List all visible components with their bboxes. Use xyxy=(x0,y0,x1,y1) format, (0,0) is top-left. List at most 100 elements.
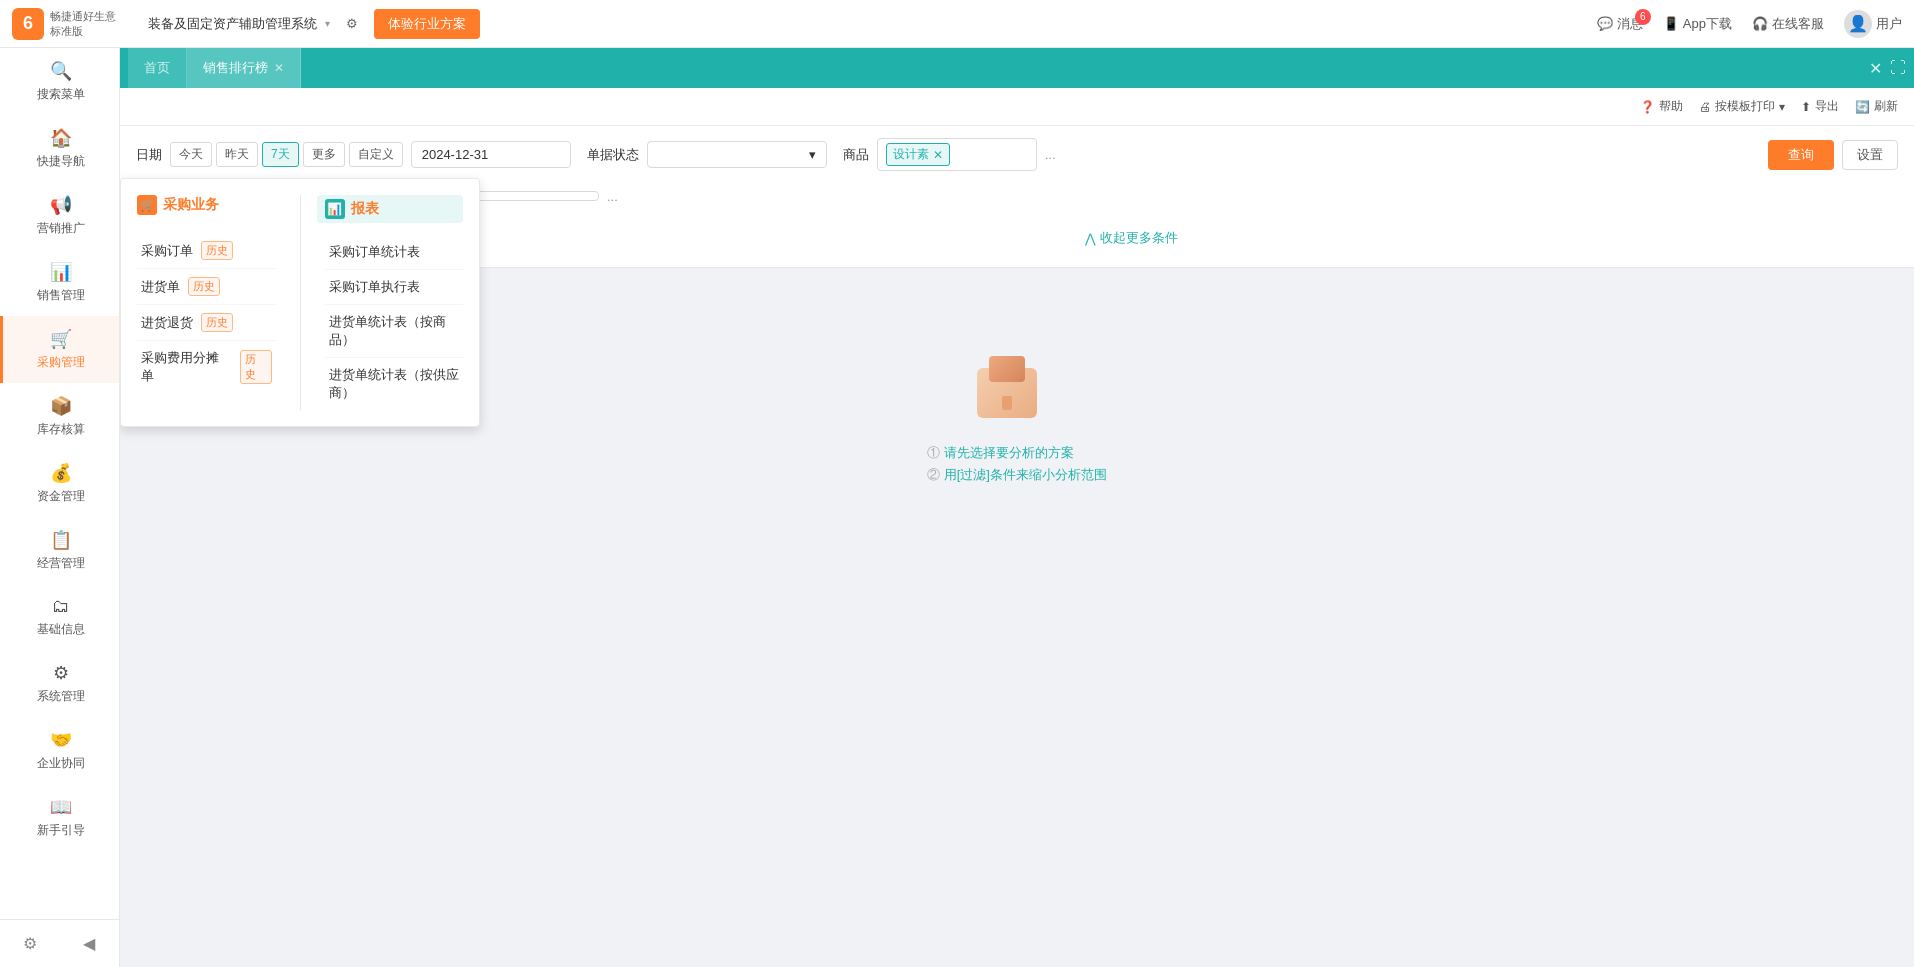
sidebar-collapse-btn[interactable]: ◀ xyxy=(60,928,120,959)
tab-close-icon[interactable]: ✕ xyxy=(274,61,284,75)
menu-col-report-title: 📊 报表 xyxy=(317,195,464,223)
sidebar-item-operation[interactable]: 📋 经营管理 xyxy=(0,517,119,584)
purchase-col-icon: 🛒 xyxy=(137,195,157,215)
collapse-btn[interactable]: ⋀ 收起更多条件 xyxy=(1085,221,1178,255)
avatar: 👤 xyxy=(1844,10,1872,38)
sidebar-item-finance[interactable]: 💰 资金管理 xyxy=(0,450,119,517)
collapse-icon: ⋀ xyxy=(1085,231,1096,246)
tab-sales-rank[interactable]: 销售排行榜 ✕ xyxy=(187,48,301,88)
system-title: 装备及固定资产辅助管理系统 xyxy=(148,15,317,33)
phone-icon: 📱 xyxy=(1663,16,1679,31)
help-icon: ❓ xyxy=(1640,100,1655,114)
goods-label: 商品 xyxy=(843,146,869,164)
search-icon: 🔍 xyxy=(50,60,72,82)
layout: 🔍 搜索菜单 🏠 快捷导航 📢 营销推广 📊 销售管理 🛒 采购管理 📦 库存核… xyxy=(0,48,1914,967)
history-tag-purchase-expense: 历史 xyxy=(240,350,272,384)
menu-col-report: 📊 报表 采购订单统计表 采购订单执行表 进货单统计表（按商品） xyxy=(325,195,464,410)
tab-close-btn[interactable]: ✕ xyxy=(1869,59,1882,78)
print-btn[interactable]: 🖨 按模板打印 ▾ xyxy=(1699,98,1785,115)
sidebar-item-basic[interactable]: 🗂 基础信息 xyxy=(0,584,119,650)
sidebar-settings-btn[interactable]: ⚙ xyxy=(0,928,60,959)
menu-item-purchase-order[interactable]: 采购订单 历史 xyxy=(137,233,276,269)
online-service-btn[interactable]: 🎧 在线客服 xyxy=(1752,15,1824,33)
empty-icon xyxy=(967,348,1067,428)
tab-maximize-btn[interactable]: ⛶ xyxy=(1890,59,1906,77)
home-icon: 🏠 xyxy=(50,127,72,149)
date-chip-7days[interactable]: 7天 xyxy=(262,142,299,167)
date-chip-yesterday[interactable]: 昨天 xyxy=(216,142,258,167)
refresh-icon: 🔄 xyxy=(1855,100,1870,114)
help-btn[interactable]: ❓ 帮助 xyxy=(1640,98,1683,115)
menu-col-purchase: 🛒 采购业务 采购订单 历史 进货单 历史 进货退货 xyxy=(137,195,276,410)
date-range-input[interactable]: 2024-12-31 xyxy=(411,141,571,168)
goods-dots-btn[interactable]: ... xyxy=(1045,147,1056,162)
industry-btn[interactable]: 体验行业方案 xyxy=(374,9,480,39)
sidebar: 🔍 搜索菜单 🏠 快捷导航 📢 营销推广 📊 销售管理 🛒 采购管理 📦 库存核… xyxy=(0,48,120,967)
tabbar-right: ✕ ⛶ xyxy=(1869,59,1906,78)
menu-item-stock-stat-supplier[interactable]: 进货单统计表（按供应商） xyxy=(325,358,464,410)
salesperson-dots-btn[interactable]: ... xyxy=(607,189,618,204)
cart-icon: 🛒 xyxy=(50,328,72,350)
topbar: 6 畅捷通好生意 标准版 装备及固定资产辅助管理系统 ▾ ⚙ 体验行业方案 💬 … xyxy=(0,0,1914,48)
sidebar-item-enterprise[interactable]: 🤝 企业协同 xyxy=(0,717,119,784)
print-dropdown-icon[interactable]: ▾ xyxy=(1779,100,1785,114)
voucher-status-filter: 单据状态 ▾ xyxy=(587,141,827,168)
sidebar-item-marketing[interactable]: 📢 营销推广 xyxy=(0,182,119,249)
date-label: 日期 xyxy=(136,146,162,164)
date-chip-today[interactable]: 今天 xyxy=(170,142,212,167)
topbar-right: 💬 消息 6 📱 App下载 🎧 在线客服 👤 用户 xyxy=(1597,10,1902,38)
date-chip-custom[interactable]: 自定义 xyxy=(349,142,403,167)
logo: 6 畅捷通好生意 标准版 xyxy=(12,8,132,40)
history-tag-purchase-order: 历史 xyxy=(201,241,233,260)
history-tag-stock-return: 历史 xyxy=(201,313,233,332)
sidebar-bottom: ⚙ ◀ xyxy=(0,919,119,967)
history-tag-stock-in: 历史 xyxy=(188,277,220,296)
report-col-icon: 📊 xyxy=(325,199,345,219)
sidebar-item-system[interactable]: ⚙ 系统管理 xyxy=(0,650,119,717)
voucher-status-select[interactable]: ▾ xyxy=(647,141,827,168)
sidebar-item-newguide[interactable]: 📖 新手引导 xyxy=(0,784,119,851)
sidebar-item-sales[interactable]: 📊 销售管理 xyxy=(0,249,119,316)
filter-row-1: 日期 今天 昨天 7天 更多 自定义 2024-12-31 xyxy=(136,138,1898,171)
menu-inner: 🛒 采购业务 采购订单 历史 进货单 历史 进货退货 xyxy=(137,195,463,410)
clipboard-icon: 📋 xyxy=(50,529,72,551)
menu-item-stock-stat-goods[interactable]: 进货单统计表（按商品） xyxy=(325,305,464,358)
tab-home[interactable]: 首页 xyxy=(128,48,187,88)
refresh-btn[interactable]: 🔄 刷新 xyxy=(1855,98,1898,115)
user-btn[interactable]: 👤 用户 xyxy=(1844,10,1902,38)
goods-tag-close-icon[interactable]: ✕ xyxy=(933,148,943,162)
voucher-status-label: 单据状态 xyxy=(587,146,639,164)
settings-icon[interactable]: ⚙ xyxy=(338,10,366,38)
menu-item-purchase-order-exec[interactable]: 采购订单执行表 xyxy=(325,270,464,305)
app-download-btn[interactable]: 📱 App下载 xyxy=(1663,15,1732,33)
folder-icon: 🗂 xyxy=(52,596,70,617)
export-btn[interactable]: ⬆ 导出 xyxy=(1801,98,1839,115)
menu-col-purchase-title: 🛒 采购业务 xyxy=(137,195,276,221)
sidebar-item-search[interactable]: 🔍 搜索菜单 xyxy=(0,48,119,115)
empty-text: ① 请先选择要分析的方案 ② 用[过滤]条件来缩小分析范围 xyxy=(927,440,1107,488)
goods-filter: 商品 设计素 ✕ ... xyxy=(843,138,1056,171)
date-chip-more[interactable]: 更多 xyxy=(303,142,345,167)
menu-item-stock-return[interactable]: 进货退货 历史 xyxy=(137,305,276,341)
main: 首页 销售排行榜 ✕ ✕ ⛶ ❓ 帮助 🖨 xyxy=(120,48,1914,967)
sidebar-item-inventory[interactable]: 📦 库存核算 xyxy=(0,383,119,450)
set-btn[interactable]: 设置 xyxy=(1842,140,1898,170)
dropdown-arrow-icon[interactable]: ▾ xyxy=(325,18,330,29)
tabbar: 首页 销售排行榜 ✕ ✕ ⛶ xyxy=(120,48,1914,88)
message-btn[interactable]: 💬 消息 6 xyxy=(1597,15,1643,33)
money-icon: 💰 xyxy=(50,462,72,484)
date-chips: 今天 昨天 7天 更多 自定义 xyxy=(170,142,403,167)
menu-item-stock-in[interactable]: 进货单 历史 xyxy=(137,269,276,305)
sidebar-item-purchase[interactable]: 🛒 采购管理 xyxy=(0,316,119,383)
print-icon: 🖨 xyxy=(1699,100,1711,114)
sidebar-item-quicknav[interactable]: 🏠 快捷导航 xyxy=(0,115,119,182)
select-dropdown-icon: ▾ xyxy=(809,147,816,162)
content: ❓ 帮助 🖨 按模板打印 ▾ ⬆ 导出 🔄 刷新 xyxy=(120,88,1914,967)
menu-item-purchase-expense[interactable]: 采购费用分摊单 历史 xyxy=(137,341,276,393)
book-icon: 📖 xyxy=(50,796,72,818)
message-icon: 💬 xyxy=(1597,16,1613,31)
query-btn[interactable]: 查询 xyxy=(1768,140,1834,170)
menu-item-purchase-order-stat[interactable]: 采购订单统计表 xyxy=(325,235,464,270)
goods-tag: 设计素 ✕ xyxy=(886,143,950,166)
gear-icon: ⚙ xyxy=(53,662,69,684)
